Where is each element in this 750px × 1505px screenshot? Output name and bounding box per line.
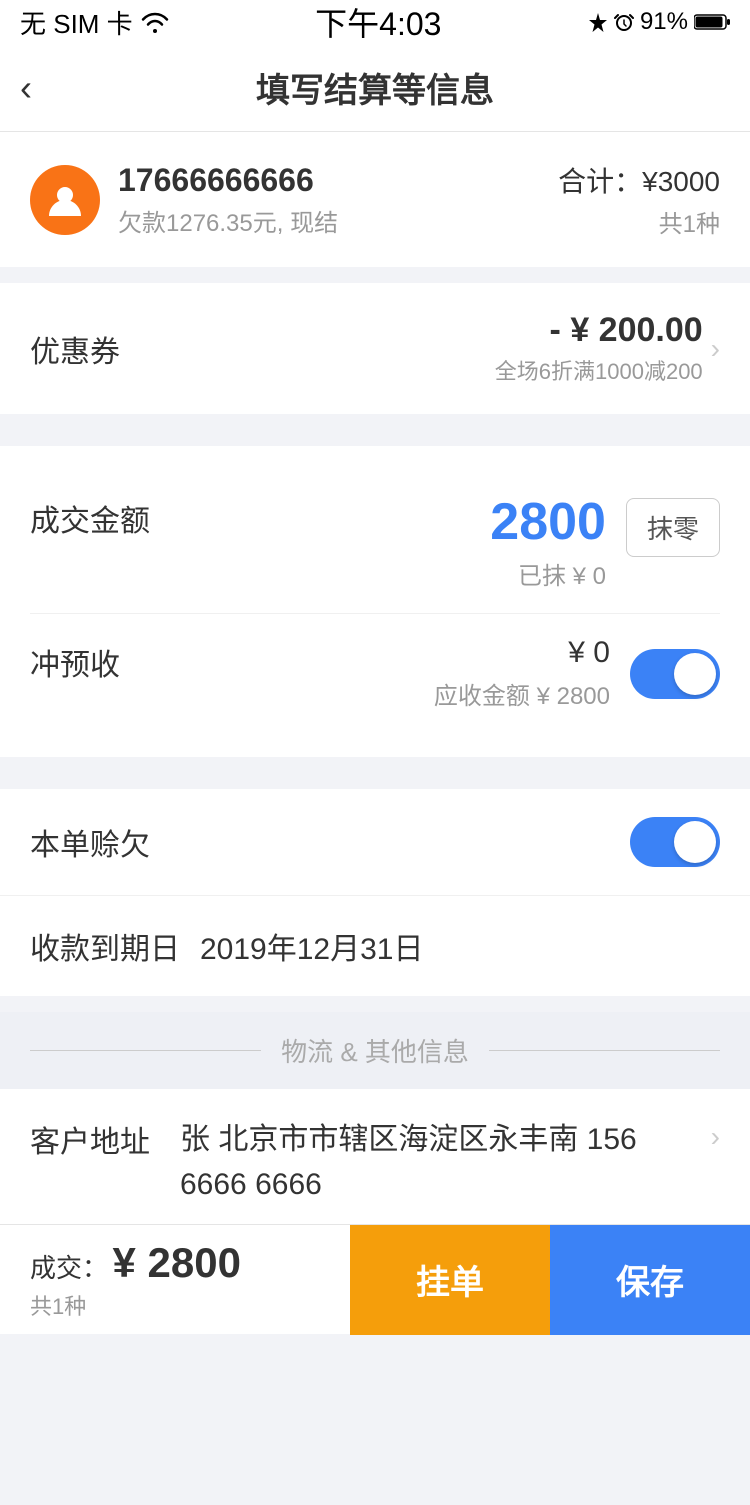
coupon-row[interactable]: 优惠券 - ¥ 200.00 全场6折满1000减200 › bbox=[0, 283, 750, 414]
total-count: 共1种 bbox=[558, 204, 720, 239]
user-icon bbox=[45, 180, 85, 220]
customer-phone: 17666666666 bbox=[118, 162, 338, 199]
erase-button[interactable]: 抹零 bbox=[626, 498, 720, 557]
advance-label: 冲预收 bbox=[30, 636, 120, 684]
erased-amount: 已抹 ¥ 0 bbox=[490, 556, 606, 591]
bottom-deal-count: 共1种 bbox=[30, 1289, 320, 1321]
customer-total: 合计：¥3000 共1种 bbox=[558, 160, 720, 239]
advance-toggle[interactable] bbox=[630, 649, 720, 699]
nav-bar: ‹ 填写结算等信息 bbox=[0, 44, 750, 132]
save-button[interactable]: 保存 bbox=[550, 1225, 750, 1335]
bottom-bar: 成交： ¥ 2800 共1种 挂单 保存 bbox=[0, 1224, 750, 1334]
logistics-divider: 物流 & 其他信息 bbox=[0, 1012, 750, 1089]
coupon-desc: 全场6折满1000减200 bbox=[495, 354, 703, 386]
wifi-icon bbox=[141, 11, 169, 33]
bottom-deal-label: 成交： bbox=[30, 1253, 108, 1283]
due-section: 收款到期日 2019年12月31日 bbox=[0, 895, 750, 996]
battery-icon bbox=[694, 13, 730, 31]
page-title: 填写结算等信息 bbox=[256, 63, 494, 112]
status-right: 91% bbox=[588, 8, 730, 36]
due-date-label: 收款到期日 bbox=[30, 924, 180, 968]
credit-label: 本单赊欠 bbox=[30, 820, 150, 864]
deal-amount-row: 成交金额 2800 已抹 ¥ 0 抹零 bbox=[30, 470, 720, 614]
location-icon bbox=[588, 12, 608, 32]
chevron-right-icon: › bbox=[711, 333, 720, 365]
address-chevron-icon: › bbox=[711, 1117, 720, 1153]
advance-amount: ¥ 0 bbox=[434, 636, 610, 670]
status-bar: 无 SIM 卡 下午4:03 91% bbox=[0, 0, 750, 44]
deal-amount-label: 成交金额 bbox=[30, 492, 150, 540]
coupon-amount: - ¥ 200.00 bbox=[495, 311, 703, 350]
credit-section: 本单赊欠 bbox=[0, 789, 750, 895]
coupon-right: - ¥ 200.00 全场6折满1000减200 › bbox=[495, 311, 720, 386]
status-left: 无 SIM 卡 bbox=[20, 4, 169, 41]
customer-left: 17666666666 欠款1276.35元, 现结 bbox=[30, 162, 338, 238]
bottom-deal-price: ¥ 2800 bbox=[112, 1239, 240, 1286]
deal-big-amount: 2800 bbox=[490, 492, 606, 552]
advance-info: ¥ 0 应收金额 ¥ 2800 bbox=[434, 636, 610, 711]
back-button[interactable]: ‹ bbox=[20, 67, 32, 109]
deal-amount-info: 2800 已抹 ¥ 0 bbox=[490, 492, 606, 591]
section-divider bbox=[0, 430, 750, 446]
status-time: 下午4:03 bbox=[315, 0, 441, 45]
due-row: 收款到期日 2019年12月31日 bbox=[30, 924, 720, 968]
advance-row: 冲预收 ¥ 0 应收金额 ¥ 2800 bbox=[30, 614, 720, 733]
advance-receivable: 应收金额 ¥ 2800 bbox=[434, 676, 610, 711]
address-section[interactable]: 客户地址 张 北京市市辖区海淀区永丰南 156 6666 6666 › bbox=[0, 1089, 750, 1235]
coupon-label: 优惠券 bbox=[30, 327, 120, 371]
signal-text: 无 SIM 卡 bbox=[20, 4, 133, 41]
deal-amount-right: 2800 已抹 ¥ 0 抹零 bbox=[490, 492, 720, 591]
deal-section: 成交金额 2800 已抹 ¥ 0 抹零 冲预收 ¥ 0 应收金额 ¥ 2800 bbox=[0, 446, 750, 757]
coupon-discount: - ¥ 200.00 全场6折满1000减200 bbox=[495, 311, 703, 386]
customer-debt: 欠款1276.35元, 现结 bbox=[118, 203, 338, 238]
alarm-icon bbox=[614, 12, 634, 32]
total-amount: 合计：¥3000 bbox=[558, 160, 720, 200]
battery-text: 91% bbox=[640, 8, 688, 36]
section-divider-2 bbox=[0, 757, 750, 773]
advance-right: ¥ 0 应收金额 ¥ 2800 bbox=[434, 636, 720, 711]
customer-card: 17666666666 欠款1276.35元, 现结 合计：¥3000 共1种 bbox=[0, 132, 750, 267]
bottom-summary: 成交： ¥ 2800 共1种 bbox=[0, 1239, 350, 1321]
address-value: 张 北京市市辖区海淀区永丰南 156 6666 6666 bbox=[180, 1117, 701, 1207]
credit-toggle[interactable] bbox=[630, 817, 720, 867]
address-label: 客户地址 bbox=[30, 1117, 150, 1161]
due-date-value: 2019年12月31日 bbox=[200, 924, 423, 968]
customer-info: 17666666666 欠款1276.35元, 现结 bbox=[118, 162, 338, 238]
avatar bbox=[30, 165, 100, 235]
logistics-text: 物流 & 其他信息 bbox=[281, 1032, 469, 1069]
bottom-deal-row: 成交： ¥ 2800 bbox=[30, 1239, 320, 1287]
hang-button[interactable]: 挂单 bbox=[350, 1225, 550, 1335]
